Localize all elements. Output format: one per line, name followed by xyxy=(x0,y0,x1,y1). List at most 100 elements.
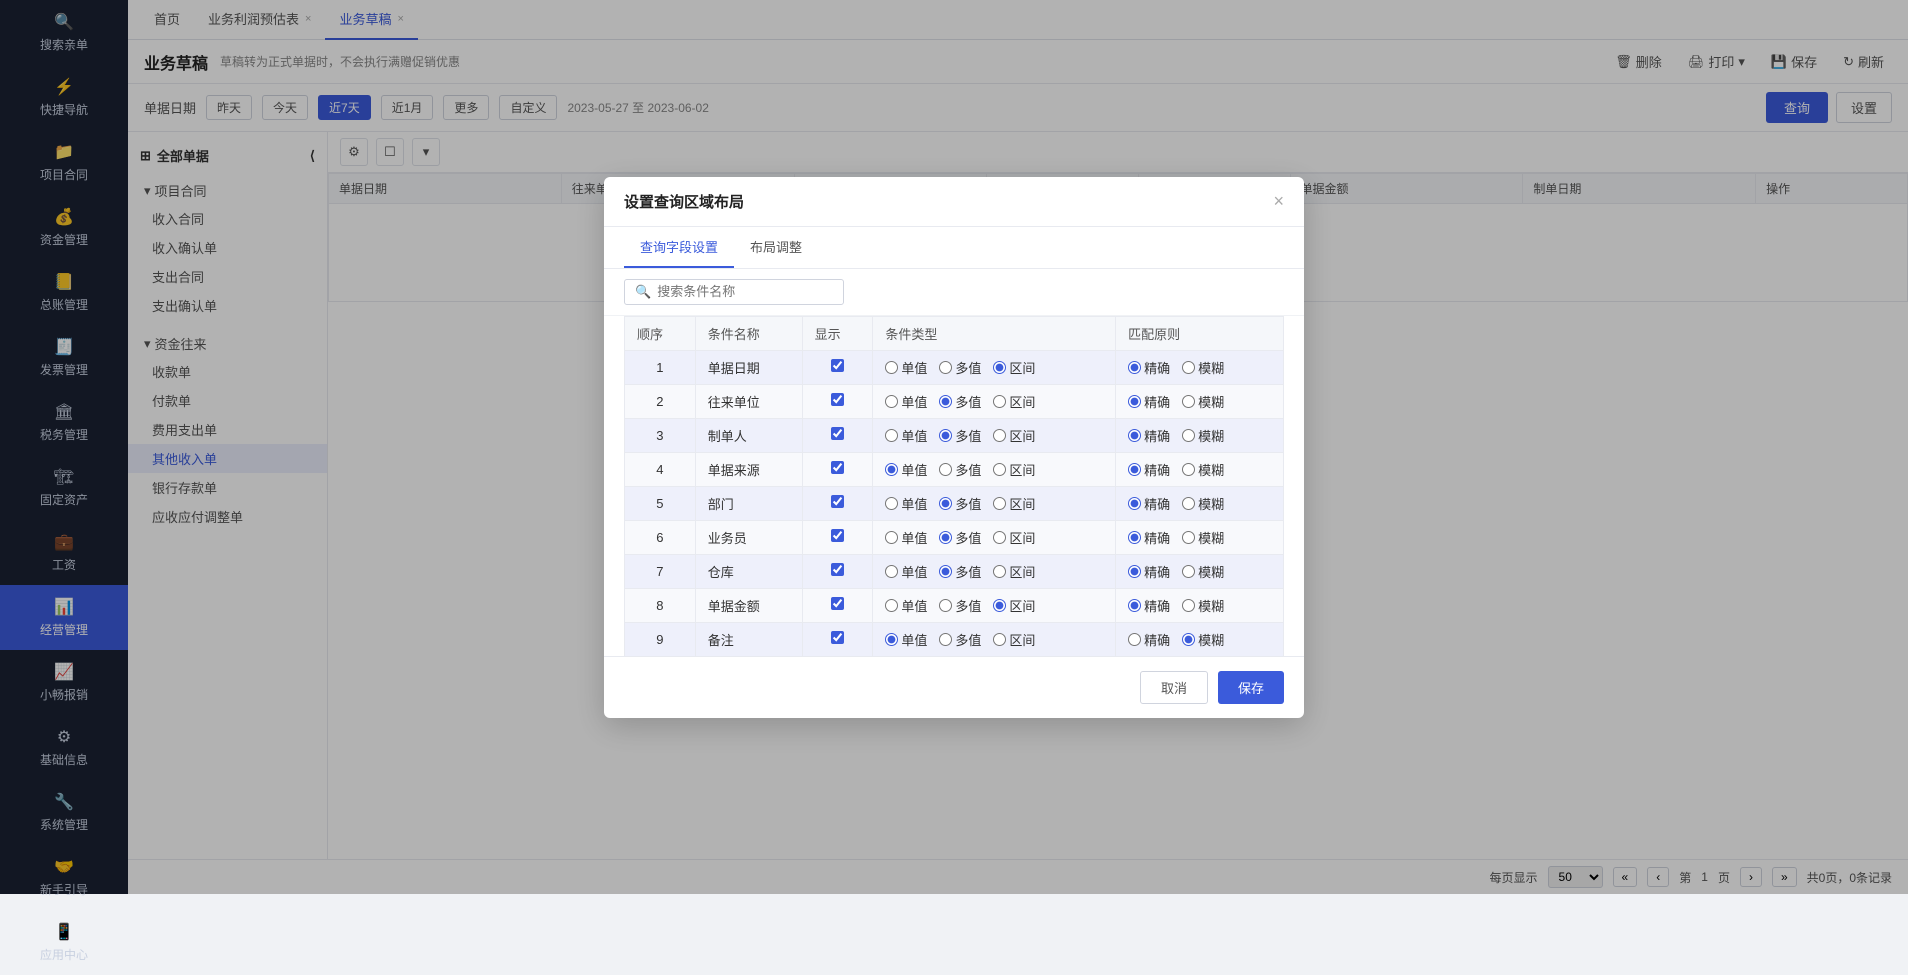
type-radio-range[interactable]: 区间 xyxy=(993,460,1035,479)
type-radio-single[interactable]: 单值 xyxy=(885,596,927,615)
type-radio-multi[interactable]: 多值 xyxy=(939,460,981,479)
match-radio-precise[interactable]: 精确 xyxy=(1128,562,1170,581)
match-radio-fuzzy[interactable]: 模糊 xyxy=(1182,494,1224,513)
type-radio-single[interactable]: 单值 xyxy=(885,528,927,547)
type-radio-multi[interactable]: 多值 xyxy=(939,358,981,377)
type-radio-input-range[interactable] xyxy=(993,633,1006,646)
match-radio-precise[interactable]: 精确 xyxy=(1128,528,1170,547)
type-radio-input-single[interactable] xyxy=(885,361,898,374)
type-radio-range[interactable]: 区间 xyxy=(993,528,1035,547)
dialog-overlay[interactable]: 设置查询区域布局 × 查询字段设置 布局调整 🔍 xyxy=(0,0,1908,894)
show-checkbox[interactable] xyxy=(831,359,844,372)
type-radio-input-multi[interactable] xyxy=(939,565,952,578)
type-radio-multi[interactable]: 多值 xyxy=(939,596,981,615)
type-radio-range[interactable]: 区间 xyxy=(993,392,1035,411)
type-radio-input-multi[interactable] xyxy=(939,395,952,408)
match-radio-fuzzy[interactable]: 模糊 xyxy=(1182,358,1224,377)
match-radio-input-precise[interactable] xyxy=(1128,497,1141,510)
match-radio-fuzzy[interactable]: 模糊 xyxy=(1182,460,1224,479)
dialog-tab-layout-adjust[interactable]: 布局调整 xyxy=(734,227,818,268)
type-radio-multi[interactable]: 多值 xyxy=(939,562,981,581)
match-radio-input-fuzzy[interactable] xyxy=(1182,565,1195,578)
match-radio-input-fuzzy[interactable] xyxy=(1182,497,1195,510)
match-radio-input-fuzzy[interactable] xyxy=(1182,599,1195,612)
dialog-tab-field-settings[interactable]: 查询字段设置 xyxy=(624,227,734,268)
match-radio-fuzzy[interactable]: 模糊 xyxy=(1182,630,1224,649)
match-radio-input-fuzzy[interactable] xyxy=(1182,395,1195,408)
type-radio-multi[interactable]: 多值 xyxy=(939,528,981,547)
type-radio-range[interactable]: 区间 xyxy=(993,562,1035,581)
type-radio-single[interactable]: 单值 xyxy=(885,426,927,445)
match-radio-input-fuzzy[interactable] xyxy=(1182,361,1195,374)
match-radio-input-fuzzy[interactable] xyxy=(1182,429,1195,442)
match-radio-precise[interactable]: 精确 xyxy=(1128,392,1170,411)
cancel-button[interactable]: 取消 xyxy=(1140,671,1208,704)
type-radio-input-multi[interactable] xyxy=(939,361,952,374)
match-radio-precise[interactable]: 精确 xyxy=(1128,630,1170,649)
type-radio-input-multi[interactable] xyxy=(939,429,952,442)
type-radio-input-range[interactable] xyxy=(993,497,1006,510)
sidebar-item-app[interactable]: 📱 应用中心 xyxy=(0,910,128,975)
show-checkbox[interactable] xyxy=(831,563,844,576)
type-radio-input-multi[interactable] xyxy=(939,633,952,646)
match-radio-input-precise[interactable] xyxy=(1128,463,1141,476)
show-checkbox[interactable] xyxy=(831,495,844,508)
type-radio-input-single[interactable] xyxy=(885,463,898,476)
type-radio-range[interactable]: 区间 xyxy=(993,494,1035,513)
match-radio-precise[interactable]: 精确 xyxy=(1128,494,1170,513)
type-radio-input-single[interactable] xyxy=(885,497,898,510)
match-radio-input-precise[interactable] xyxy=(1128,565,1141,578)
show-checkbox[interactable] xyxy=(831,427,844,440)
show-checkbox[interactable] xyxy=(831,529,844,542)
match-radio-input-precise[interactable] xyxy=(1128,599,1141,612)
type-radio-multi[interactable]: 多值 xyxy=(939,392,981,411)
show-checkbox[interactable] xyxy=(831,393,844,406)
type-radio-input-single[interactable] xyxy=(885,531,898,544)
type-radio-single[interactable]: 单值 xyxy=(885,562,927,581)
match-radio-input-precise[interactable] xyxy=(1128,633,1141,646)
type-radio-input-range[interactable] xyxy=(993,463,1006,476)
match-radio-fuzzy[interactable]: 模糊 xyxy=(1182,596,1224,615)
match-radio-fuzzy[interactable]: 模糊 xyxy=(1182,562,1224,581)
type-radio-multi[interactable]: 多值 xyxy=(939,494,981,513)
type-radio-input-multi[interactable] xyxy=(939,463,952,476)
type-radio-multi[interactable]: 多值 xyxy=(939,426,981,445)
type-radio-input-range[interactable] xyxy=(993,565,1006,578)
match-radio-input-precise[interactable] xyxy=(1128,395,1141,408)
match-radio-fuzzy[interactable]: 模糊 xyxy=(1182,426,1224,445)
type-radio-input-single[interactable] xyxy=(885,395,898,408)
type-radio-input-range[interactable] xyxy=(993,395,1006,408)
match-radio-input-fuzzy[interactable] xyxy=(1182,531,1195,544)
type-radio-input-multi[interactable] xyxy=(939,599,952,612)
match-radio-fuzzy[interactable]: 模糊 xyxy=(1182,392,1224,411)
match-radio-input-fuzzy[interactable] xyxy=(1182,463,1195,476)
show-checkbox[interactable] xyxy=(831,461,844,474)
match-radio-input-fuzzy[interactable] xyxy=(1182,633,1195,646)
match-radio-precise[interactable]: 精确 xyxy=(1128,460,1170,479)
type-radio-input-single[interactable] xyxy=(885,565,898,578)
type-radio-input-range[interactable] xyxy=(993,599,1006,612)
type-radio-single[interactable]: 单值 xyxy=(885,392,927,411)
type-radio-input-range[interactable] xyxy=(993,531,1006,544)
type-radio-input-range[interactable] xyxy=(993,429,1006,442)
type-radio-input-single[interactable] xyxy=(885,429,898,442)
type-radio-input-single[interactable] xyxy=(885,633,898,646)
dialog-search-field[interactable] xyxy=(657,284,833,299)
type-radio-single[interactable]: 单值 xyxy=(885,630,927,649)
type-radio-multi[interactable]: 多值 xyxy=(939,630,981,649)
type-radio-range[interactable]: 区间 xyxy=(993,630,1035,649)
match-radio-fuzzy[interactable]: 模糊 xyxy=(1182,528,1224,547)
type-radio-input-multi[interactable] xyxy=(939,531,952,544)
type-radio-input-multi[interactable] xyxy=(939,497,952,510)
match-radio-precise[interactable]: 精确 xyxy=(1128,358,1170,377)
dialog-close-button[interactable]: × xyxy=(1273,191,1284,212)
type-radio-single[interactable]: 单值 xyxy=(885,358,927,377)
match-radio-input-precise[interactable] xyxy=(1128,531,1141,544)
match-radio-precise[interactable]: 精确 xyxy=(1128,426,1170,445)
type-radio-single[interactable]: 单值 xyxy=(885,460,927,479)
type-radio-input-range[interactable] xyxy=(993,361,1006,374)
type-radio-range[interactable]: 区间 xyxy=(993,596,1035,615)
match-radio-input-precise[interactable] xyxy=(1128,361,1141,374)
dialog-save-button[interactable]: 保存 xyxy=(1218,671,1284,704)
type-radio-range[interactable]: 区间 xyxy=(993,426,1035,445)
